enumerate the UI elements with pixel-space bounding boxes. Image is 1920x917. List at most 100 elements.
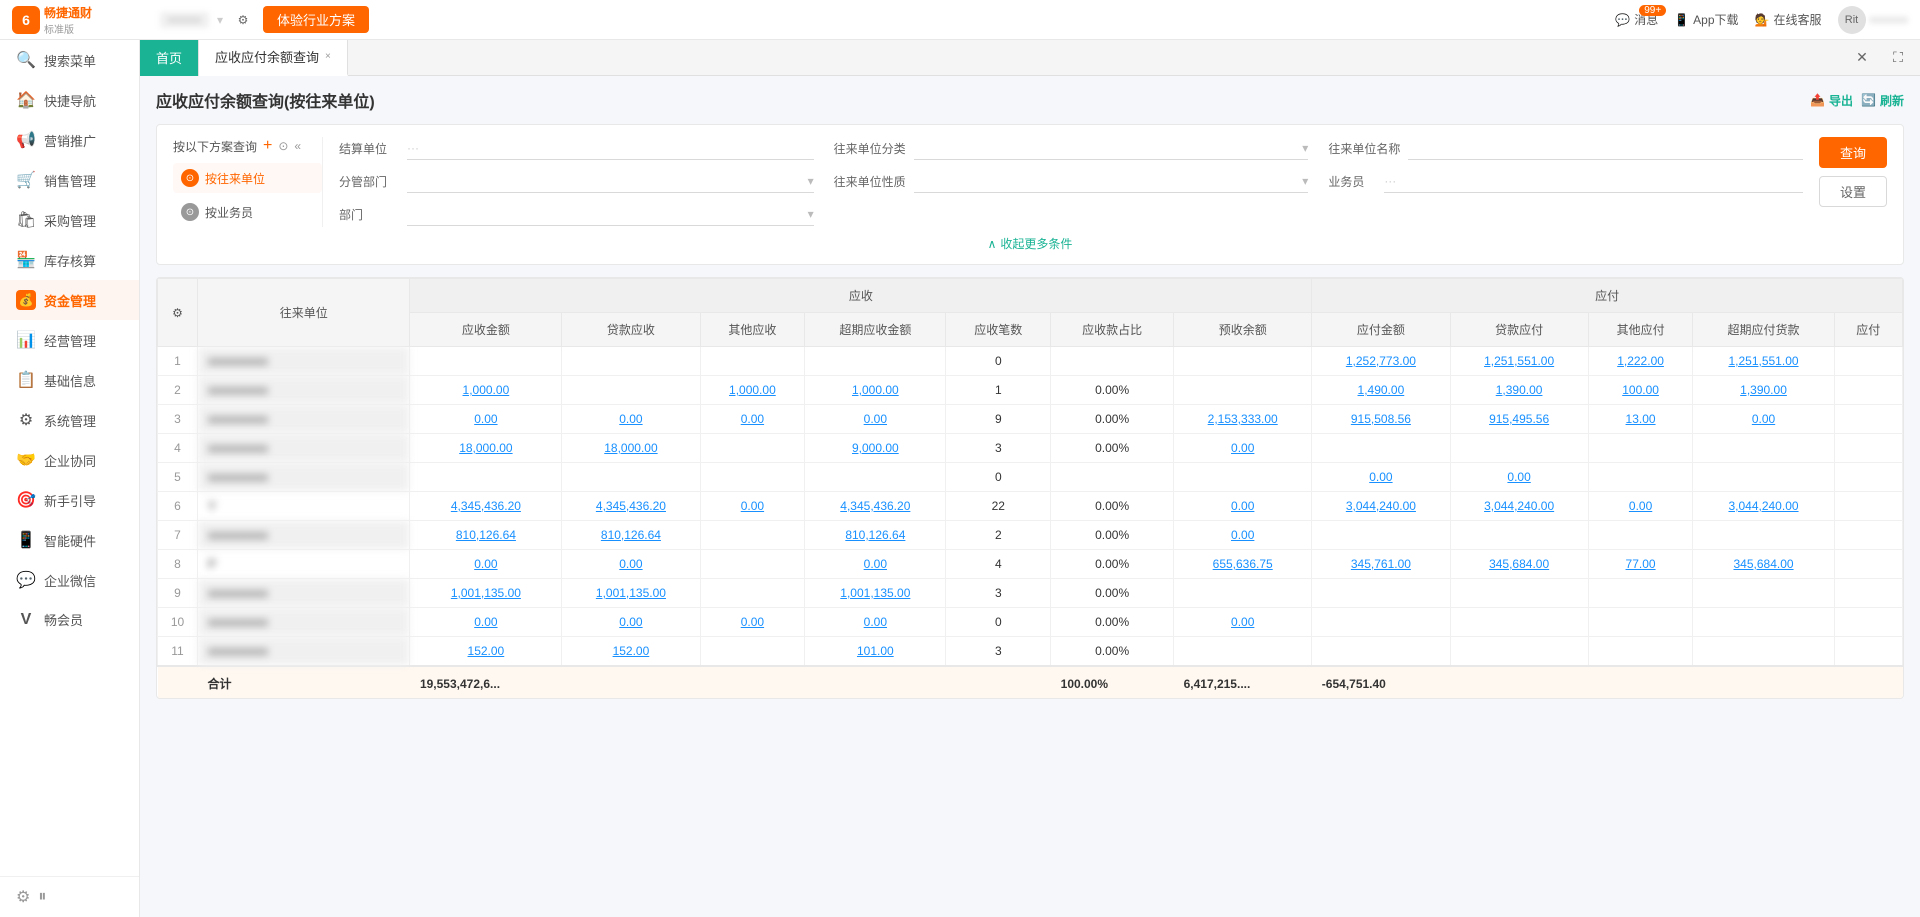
data-cell[interactable]: 18,000.00 xyxy=(410,434,562,463)
data-cell[interactable]: 0.00 xyxy=(410,608,562,637)
query-button[interactable]: 查询 xyxy=(1819,137,1887,168)
sidebar-item-finance[interactable]: 💰 资金管理 xyxy=(0,280,139,320)
data-cell[interactable]: 9,000.00 xyxy=(805,434,946,463)
sidebar-item-basic-info[interactable]: 📋 基础信息 xyxy=(0,360,139,400)
data-cell[interactable]: 0.00 xyxy=(410,405,562,434)
data-cell[interactable]: 152.00 xyxy=(410,637,562,667)
data-cell[interactable] xyxy=(1174,347,1312,376)
data-cell[interactable] xyxy=(410,347,562,376)
data-cell[interactable]: 1,001,135.00 xyxy=(562,579,700,608)
data-cell[interactable] xyxy=(1174,463,1312,492)
data-cell[interactable]: 655,636.75 xyxy=(1174,550,1312,579)
refresh-button[interactable]: 🔄 刷新 xyxy=(1861,92,1904,109)
tab-home[interactable]: 首页 xyxy=(140,40,199,76)
data-cell[interactable] xyxy=(1588,579,1693,608)
pause-icon[interactable]: ⏸ xyxy=(38,888,46,906)
data-cell[interactable]: 0.00 xyxy=(410,550,562,579)
data-cell[interactable] xyxy=(700,463,805,492)
data-cell[interactable]: 1,490.00 xyxy=(1312,376,1450,405)
data-cell[interactable] xyxy=(1693,521,1834,550)
data-cell[interactable]: 1,251,551.00 xyxy=(1693,347,1834,376)
chevron-down-icon[interactable]: ▾ xyxy=(217,13,223,27)
data-cell[interactable]: 1,251,551.00 xyxy=(1450,347,1588,376)
user-menu[interactable]: Rit xxxxxxx xyxy=(1838,6,1909,34)
sidebar-item-marketing[interactable]: 📢 营销推广 xyxy=(0,120,139,160)
data-cell[interactable] xyxy=(1174,376,1312,405)
data-cell[interactable]: 1,000.00 xyxy=(700,376,805,405)
unit-nature-select[interactable]: ▾ xyxy=(914,170,1309,193)
sidebar-item-search[interactable]: 🔍 搜索菜单 xyxy=(0,40,139,80)
sidebar-item-sales[interactable]: 🛒 销售管理 xyxy=(0,160,139,200)
data-cell[interactable]: 0.00 xyxy=(805,608,946,637)
data-cell[interactable] xyxy=(1693,579,1834,608)
data-cell[interactable]: 810,126.64 xyxy=(805,521,946,550)
data-cell[interactable]: 1,222.00 xyxy=(1588,347,1693,376)
data-cell[interactable]: 0.00 xyxy=(1588,492,1693,521)
data-cell[interactable]: 152.00 xyxy=(562,637,700,667)
data-cell[interactable] xyxy=(1450,637,1588,667)
data-cell[interactable]: 3,044,240.00 xyxy=(1312,492,1450,521)
sidebar-item-wechat[interactable]: 💬 企业微信 xyxy=(0,560,139,600)
data-cell[interactable] xyxy=(1693,463,1834,492)
data-cell[interactable]: 0.00 xyxy=(700,405,805,434)
data-cell[interactable]: 3,044,240.00 xyxy=(1450,492,1588,521)
data-cell[interactable] xyxy=(1312,434,1450,463)
data-cell[interactable]: 0.00 xyxy=(562,608,700,637)
data-cell[interactable] xyxy=(700,637,805,667)
data-cell[interactable]: 77.00 xyxy=(1588,550,1693,579)
data-cell[interactable] xyxy=(1450,521,1588,550)
data-cell[interactable]: 0.00 xyxy=(1174,492,1312,521)
export-button[interactable]: 📤 导出 xyxy=(1810,92,1853,109)
sidebar-item-quicknav[interactable]: 🏠 快捷导航 xyxy=(0,80,139,120)
data-cell[interactable]: 0.00 xyxy=(562,550,700,579)
data-cell[interactable]: 0.00 xyxy=(700,608,805,637)
data-cell[interactable]: 1,001,135.00 xyxy=(410,579,562,608)
data-cell[interactable] xyxy=(1312,608,1450,637)
data-cell[interactable] xyxy=(1450,434,1588,463)
data-cell[interactable]: 0.00 xyxy=(700,492,805,521)
data-cell[interactable] xyxy=(1312,521,1450,550)
footer-prepaid[interactable]: 6,417,215.... xyxy=(1174,666,1312,698)
data-cell[interactable]: 4,345,436.20 xyxy=(410,492,562,521)
data-cell[interactable] xyxy=(1174,579,1312,608)
data-cell[interactable]: 1,390.00 xyxy=(1450,376,1588,405)
data-cell[interactable] xyxy=(1588,434,1693,463)
data-cell[interactable] xyxy=(410,463,562,492)
sidebar-item-member[interactable]: V 畅会员 xyxy=(0,600,139,639)
data-cell[interactable]: 2,153,333.00 xyxy=(1174,405,1312,434)
data-cell[interactable]: 345,761.00 xyxy=(1312,550,1450,579)
data-cell[interactable] xyxy=(562,347,700,376)
sidebar-item-operations[interactable]: 📊 经营管理 xyxy=(0,320,139,360)
add-scheme-icon[interactable]: + xyxy=(263,137,272,155)
data-cell[interactable]: 18,000.00 xyxy=(562,434,700,463)
data-cell[interactable] xyxy=(805,347,946,376)
data-cell[interactable] xyxy=(1174,637,1312,667)
salesperson-input[interactable]: ··· xyxy=(1384,170,1803,193)
data-cell[interactable] xyxy=(700,347,805,376)
settings-icon[interactable]: ⚙ xyxy=(231,8,255,32)
tab-close-icon[interactable]: × xyxy=(325,51,331,62)
online-service-button[interactable]: 💁 在线客服 xyxy=(1755,11,1822,28)
close-window-icon[interactable]: ✕ xyxy=(1848,44,1876,72)
data-cell[interactable]: 345,684.00 xyxy=(1450,550,1588,579)
collapse-button[interactable]: ∧ 收起更多条件 xyxy=(173,235,1887,252)
data-cell[interactable]: 4,345,436.20 xyxy=(805,492,946,521)
data-cell[interactable]: 915,508.56 xyxy=(1312,405,1450,434)
data-cell[interactable] xyxy=(700,550,805,579)
data-cell[interactable] xyxy=(562,463,700,492)
unit-name-input[interactable] xyxy=(1408,137,1803,160)
nav-item-by-salesperson[interactable]: ⊙ 按业务员 xyxy=(173,197,322,227)
manage-dept-select[interactable]: ▾ xyxy=(407,170,814,193)
data-cell[interactable]: 0.00 xyxy=(805,550,946,579)
message-button[interactable]: 💬 消息 99+ xyxy=(1615,11,1658,28)
data-cell[interactable]: 3,044,240.00 xyxy=(1693,492,1834,521)
data-cell[interactable]: 810,126.64 xyxy=(410,521,562,550)
data-cell[interactable] xyxy=(1450,579,1588,608)
data-cell[interactable]: 0.00 xyxy=(1450,463,1588,492)
data-cell[interactable] xyxy=(1588,521,1693,550)
app-download-button[interactable]: 📱 App下载 xyxy=(1674,11,1738,28)
data-cell[interactable] xyxy=(1312,637,1450,667)
data-cell[interactable]: 101.00 xyxy=(805,637,946,667)
data-cell[interactable]: 1,000.00 xyxy=(805,376,946,405)
settings-bottom-icon[interactable]: ⚙ xyxy=(16,887,30,907)
